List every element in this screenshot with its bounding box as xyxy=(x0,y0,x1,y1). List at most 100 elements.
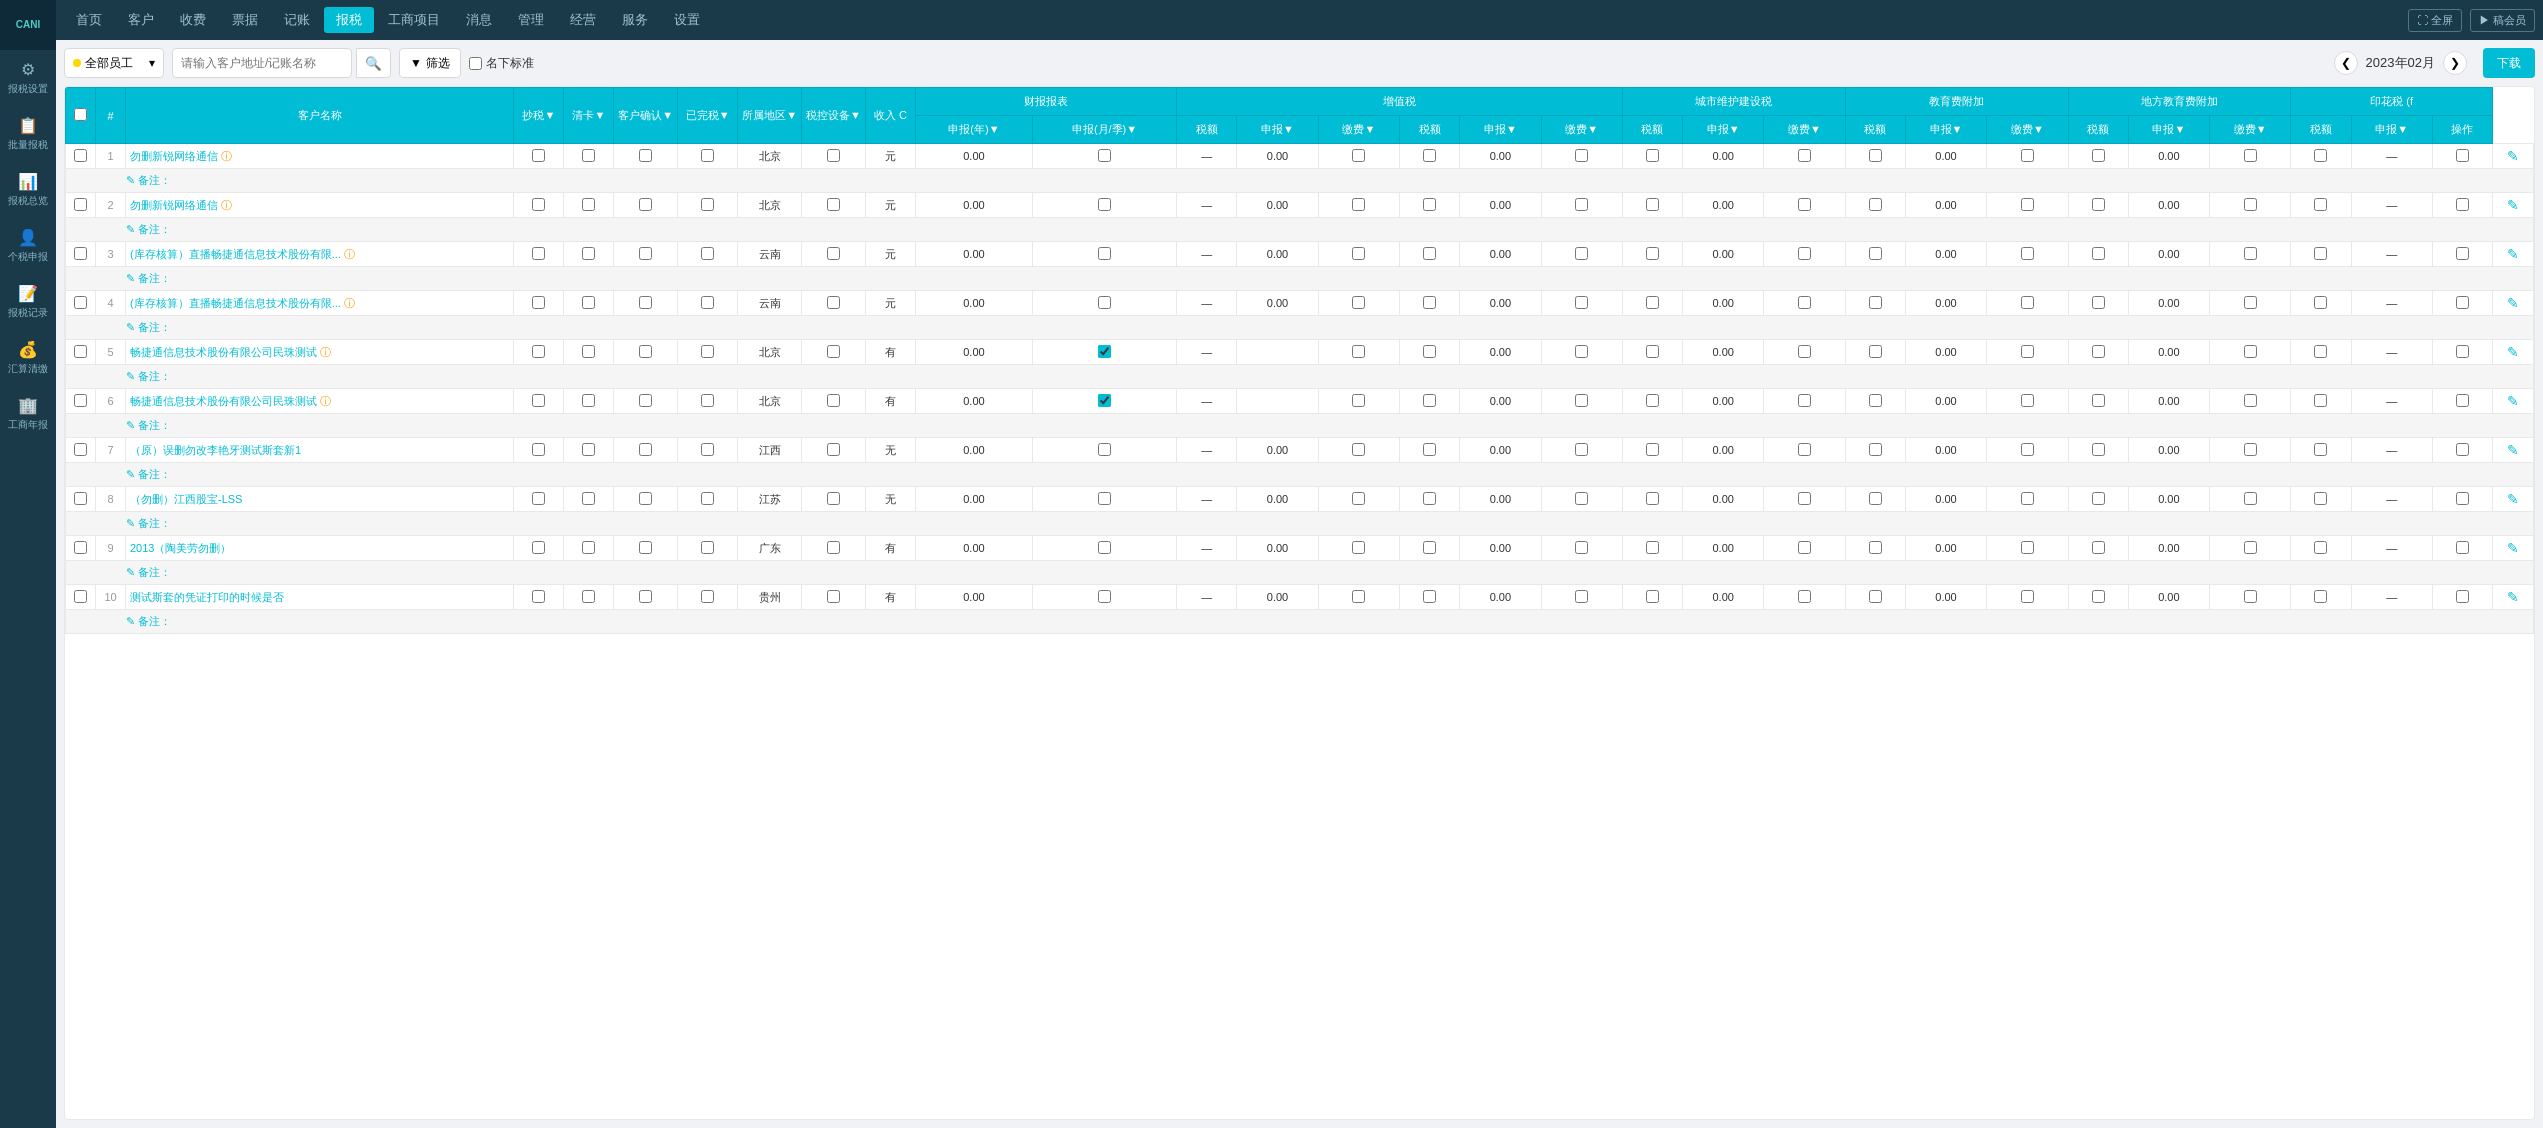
local-check2[interactable] xyxy=(2314,247,2327,260)
vat-check2[interactable] xyxy=(1423,443,1436,456)
vat-check1[interactable] xyxy=(1352,345,1365,358)
edu-check2[interactable] xyxy=(2092,345,2105,358)
device-checkbox[interactable] xyxy=(827,443,840,456)
stamp-check1[interactable] xyxy=(2456,394,2469,407)
local-check2[interactable] xyxy=(2314,345,2327,358)
vat-check2[interactable] xyxy=(1423,590,1436,603)
local-check1[interactable] xyxy=(2244,247,2257,260)
stamp-check1[interactable] xyxy=(2456,443,2469,456)
device-checkbox[interactable] xyxy=(827,345,840,358)
row-checkbox[interactable] xyxy=(74,198,87,211)
stamp-check1[interactable] xyxy=(2456,149,2469,162)
nav-service[interactable]: 服务 xyxy=(610,7,660,33)
city-check1[interactable] xyxy=(1798,198,1811,211)
sidebar-item-huisuan[interactable]: 💰 汇算清缴 xyxy=(0,330,56,386)
row-checkbox-cell[interactable] xyxy=(66,340,96,365)
vat-check1[interactable] xyxy=(1352,590,1365,603)
filter-button[interactable]: ▼ 筛选 xyxy=(399,48,461,78)
stamp-check1[interactable] xyxy=(2456,541,2469,554)
checkbox-label-mingxia[interactable]: 名下标准 xyxy=(469,55,534,72)
edu-check2[interactable] xyxy=(2092,198,2105,211)
completed-checkbox[interactable] xyxy=(701,149,714,162)
fullscreen-btn[interactable]: ⛶ 全屏 xyxy=(2408,9,2462,32)
completed-checkbox[interactable] xyxy=(701,443,714,456)
device-checkbox[interactable] xyxy=(827,541,840,554)
search-input[interactable] xyxy=(172,48,352,78)
city-check1[interactable] xyxy=(1798,247,1811,260)
chaoshui-checkbox[interactable] xyxy=(532,198,545,211)
row-checkbox[interactable] xyxy=(74,247,87,260)
edu-check1[interactable] xyxy=(2021,590,2034,603)
row-checkbox-cell[interactable] xyxy=(66,193,96,218)
edu-check2[interactable] xyxy=(2092,492,2105,505)
completed-checkbox[interactable] xyxy=(701,541,714,554)
qingka-checkbox[interactable] xyxy=(582,590,595,603)
chaoshui-checkbox[interactable] xyxy=(532,492,545,505)
edu-check1[interactable] xyxy=(2021,345,2034,358)
chaoshui-checkbox[interactable] xyxy=(532,541,545,554)
vat-check1[interactable] xyxy=(1352,247,1365,260)
edit-icon[interactable]: ✎ xyxy=(2507,442,2519,458)
confirm-checkbox[interactable] xyxy=(639,149,652,162)
row-checkbox[interactable] xyxy=(74,443,87,456)
local-check2[interactable] xyxy=(2314,198,2327,211)
local-check2[interactable] xyxy=(2314,394,2327,407)
sidebar-item-zonglang[interactable]: 📊 报税总览 xyxy=(0,162,56,218)
nav-home[interactable]: 首页 xyxy=(64,7,114,33)
city-check1[interactable] xyxy=(1798,492,1811,505)
city-check2[interactable] xyxy=(1869,198,1882,211)
employee-filter-select[interactable]: 全部员工 ▾ xyxy=(64,48,164,78)
vat-check3[interactable] xyxy=(1575,296,1588,309)
stamp-check1[interactable] xyxy=(2456,198,2469,211)
edu-check1[interactable] xyxy=(2021,541,2034,554)
sidebar-item-geshuishenbao[interactable]: 👤 个税申报 xyxy=(0,218,56,274)
city-check1[interactable] xyxy=(1798,296,1811,309)
edu-check1[interactable] xyxy=(2021,296,2034,309)
edit-icon[interactable]: ✎ xyxy=(2507,148,2519,164)
vat-check2[interactable] xyxy=(1423,149,1436,162)
edu-check2[interactable] xyxy=(2092,590,2105,603)
chaoshui-checkbox[interactable] xyxy=(532,296,545,309)
city-check2[interactable] xyxy=(1869,345,1882,358)
local-check2[interactable] xyxy=(2314,541,2327,554)
qingka-checkbox[interactable] xyxy=(582,149,595,162)
row-checkbox[interactable] xyxy=(74,296,87,309)
local-check1[interactable] xyxy=(2244,394,2257,407)
city-check2[interactable] xyxy=(1869,443,1882,456)
qingka-checkbox[interactable] xyxy=(582,394,595,407)
vat-check1[interactable] xyxy=(1352,492,1365,505)
edit-icon[interactable]: ✎ xyxy=(2507,540,2519,556)
stamp-check1[interactable] xyxy=(2456,247,2469,260)
city-check2[interactable] xyxy=(1869,296,1882,309)
stamp-check1[interactable] xyxy=(2456,296,2469,309)
city-check2[interactable] xyxy=(1869,149,1882,162)
edit-icon[interactable]: ✎ xyxy=(2507,491,2519,507)
qingka-checkbox[interactable] xyxy=(582,296,595,309)
vat-check3[interactable] xyxy=(1575,492,1588,505)
caibao-year-checkbox[interactable] xyxy=(1098,345,1111,358)
vat-check3[interactable] xyxy=(1575,345,1588,358)
caibao-year-checkbox[interactable] xyxy=(1098,394,1111,407)
device-checkbox[interactable] xyxy=(827,149,840,162)
row-checkbox-cell[interactable] xyxy=(66,291,96,316)
sidebar-item-baoshuishezhi[interactable]: ⚙ 报税设置 xyxy=(0,50,56,106)
completed-checkbox[interactable] xyxy=(701,492,714,505)
city-check1[interactable] xyxy=(1798,590,1811,603)
city-check1[interactable] xyxy=(1798,345,1811,358)
device-checkbox[interactable] xyxy=(827,247,840,260)
local-check1[interactable] xyxy=(2244,149,2257,162)
confirm-checkbox[interactable] xyxy=(639,345,652,358)
mingxia-checkbox[interactable] xyxy=(469,57,482,70)
select-all-checkbox[interactable] xyxy=(74,108,87,121)
completed-checkbox[interactable] xyxy=(701,394,714,407)
chaoshui-checkbox[interactable] xyxy=(532,590,545,603)
confirm-checkbox[interactable] xyxy=(639,590,652,603)
confirm-checkbox[interactable] xyxy=(639,394,652,407)
edit-icon[interactable]: ✎ xyxy=(2507,246,2519,262)
confirm-checkbox[interactable] xyxy=(639,492,652,505)
city-check2[interactable] xyxy=(1869,541,1882,554)
city-check2[interactable] xyxy=(1869,492,1882,505)
local-check1[interactable] xyxy=(2244,492,2257,505)
edit-icon[interactable]: ✎ xyxy=(2507,344,2519,360)
edu-check2[interactable] xyxy=(2092,247,2105,260)
